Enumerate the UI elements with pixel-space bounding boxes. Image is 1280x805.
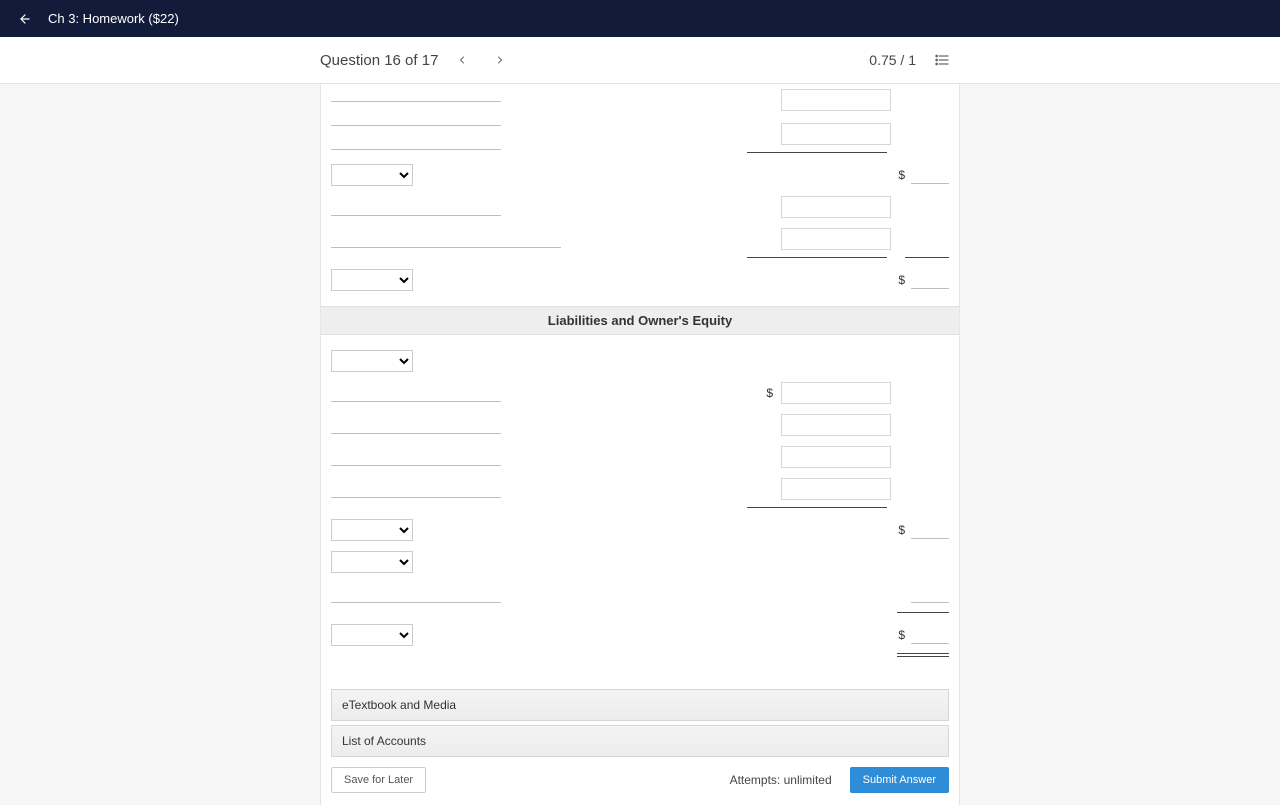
amount-input[interactable] [781, 382, 891, 404]
category-select[interactable] [331, 519, 413, 541]
amount-input[interactable] [781, 446, 891, 468]
account-line[interactable] [331, 198, 501, 216]
question-label: Question 16 of 17 [320, 52, 438, 69]
dollar-sign: $ [898, 273, 905, 287]
category-select[interactable] [331, 269, 413, 291]
subtotal-input[interactable] [911, 271, 949, 289]
attempts-label: Attempts: unlimited [730, 773, 832, 787]
back-arrow-icon[interactable] [16, 10, 34, 28]
account-line[interactable] [331, 108, 501, 126]
top-bar: Ch 3: Homework ($22) [0, 0, 1280, 37]
amount-input[interactable] [781, 228, 891, 250]
question-list-icon[interactable] [934, 52, 950, 68]
content-wrap: $ [0, 84, 1280, 805]
question-bar: Question 16 of 17 0.75 / 1 [0, 37, 1280, 84]
amount-input[interactable] [781, 89, 891, 111]
submit-answer-button[interactable]: Submit Answer [850, 767, 949, 793]
actions-row: Save for Later Attempts: unlimited Submi… [331, 767, 949, 793]
assignment-title: Ch 3: Homework ($22) [48, 11, 179, 26]
dollar-sign: $ [898, 628, 905, 642]
account-line[interactable] [331, 132, 501, 150]
dollar-sign: $ [766, 386, 773, 400]
dollar-sign: $ [898, 168, 905, 182]
subtotal-input[interactable] [911, 230, 949, 248]
account-line[interactable] [331, 230, 561, 248]
next-question-button[interactable] [486, 46, 514, 74]
list-of-accounts-accordion[interactable]: List of Accounts [331, 725, 949, 757]
account-line[interactable] [331, 84, 501, 102]
etextbook-accordion[interactable]: eTextbook and Media [331, 689, 949, 721]
account-line[interactable] [331, 416, 501, 434]
save-for-later-button[interactable]: Save for Later [331, 767, 426, 793]
subtotal-input[interactable] [911, 166, 949, 184]
liabilities-header: Liabilities and Owner's Equity [321, 306, 959, 335]
total-input[interactable] [911, 626, 949, 644]
dollar-sign: $ [898, 523, 905, 537]
prev-question-button[interactable] [448, 46, 476, 74]
amount-input[interactable] [781, 478, 891, 500]
amount-input[interactable] [781, 414, 891, 436]
category-select[interactable] [331, 624, 413, 646]
amount-input[interactable] [781, 196, 891, 218]
category-select[interactable] [331, 164, 413, 186]
account-line[interactable] [331, 384, 501, 402]
category-select[interactable] [331, 350, 413, 372]
subtotal-input[interactable] [911, 521, 949, 539]
account-line[interactable] [331, 448, 501, 466]
subtotal-input[interactable] [911, 585, 949, 603]
amount-input[interactable] [781, 123, 891, 145]
account-line[interactable] [331, 585, 501, 603]
worksheet: $ [320, 84, 960, 805]
category-select[interactable] [331, 551, 413, 573]
score-label: 0.75 / 1 [869, 52, 916, 68]
account-line[interactable] [331, 480, 501, 498]
